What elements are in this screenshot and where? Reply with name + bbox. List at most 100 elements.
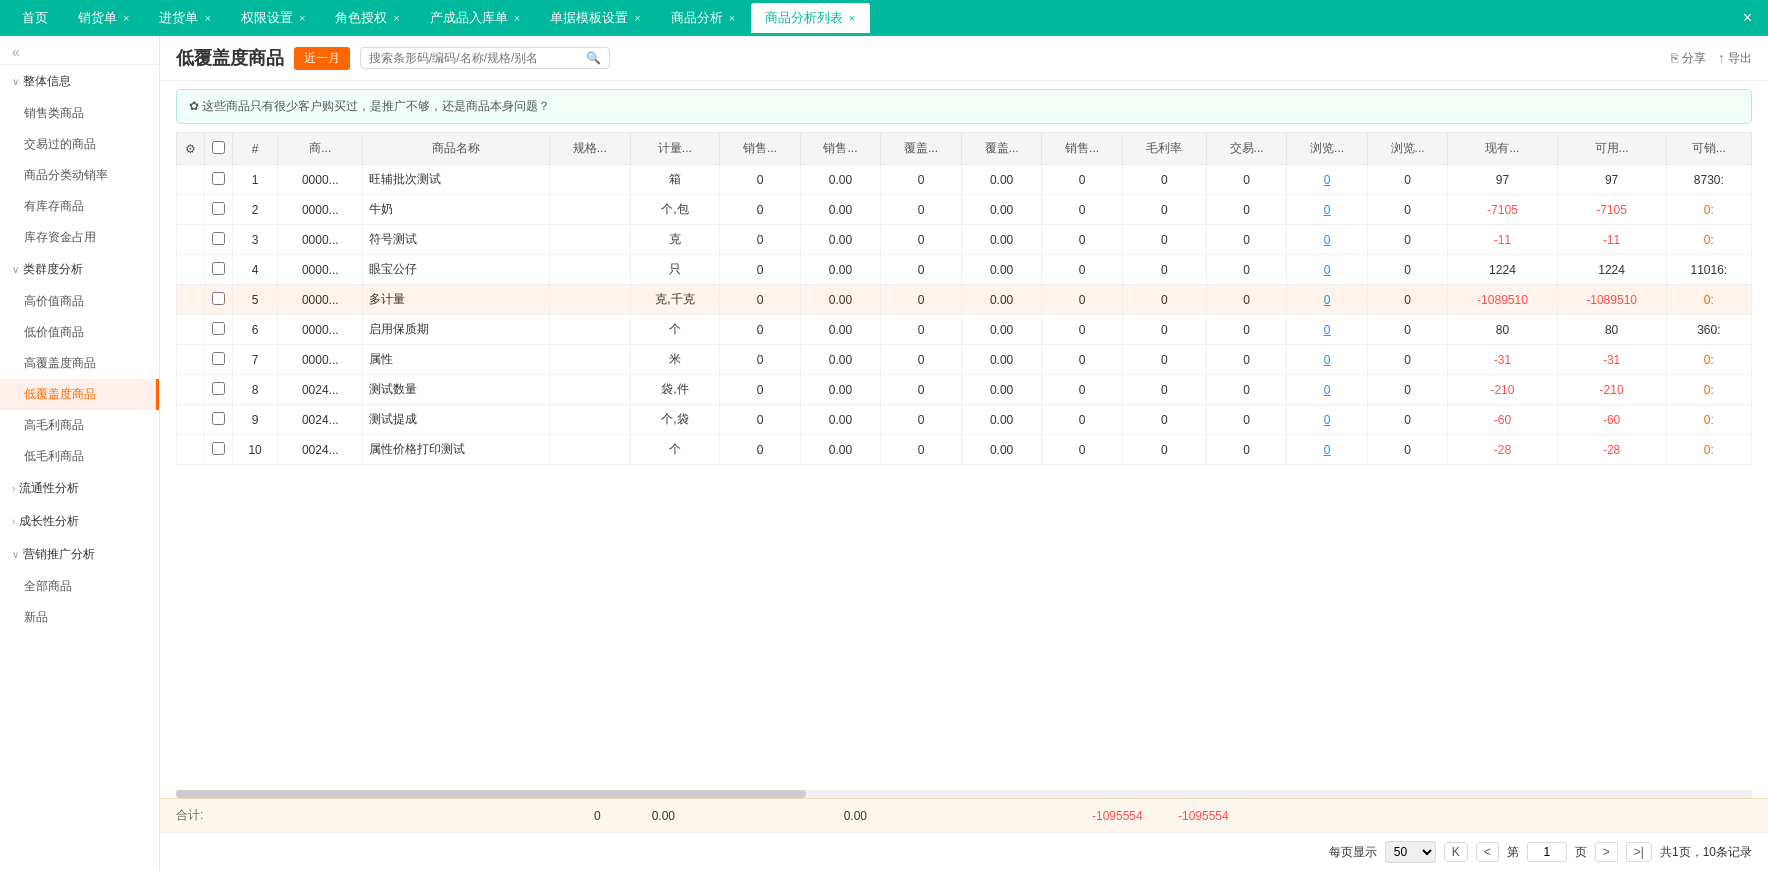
cell-browse-count[interactable]: 0 (1287, 405, 1368, 435)
cell-trans-count: 0 (1206, 405, 1287, 435)
next-page-btn[interactable]: > (1595, 842, 1618, 862)
cell-sellable: 11016: (1666, 255, 1751, 285)
nav-close-finished[interactable]: × (514, 12, 520, 24)
row-checkbox[interactable] (212, 352, 225, 365)
sidebar-item-traded-goods[interactable]: 交易过的商品 (0, 129, 159, 160)
nav-close-analysis-list[interactable]: × (849, 12, 855, 24)
nav-item-template[interactable]: 单据模板设置 × (536, 3, 654, 33)
cell-browse-count[interactable]: 0 (1287, 285, 1368, 315)
last-page-btn[interactable]: >| (1626, 842, 1652, 862)
nav-item-analysis[interactable]: 商品分析 × (657, 3, 749, 33)
cell-browse-count[interactable]: 0 (1287, 375, 1368, 405)
share-btn[interactable]: ⎘ 分享 (1671, 50, 1706, 67)
prev-page-btn[interactable]: < (1476, 842, 1499, 862)
sidebar-item-low-coverage[interactable]: 低覆盖度商品 (0, 379, 159, 410)
cell-check[interactable] (205, 255, 233, 285)
cell-gross-rate: 0 (1122, 315, 1206, 345)
cell-browse-count[interactable]: 0 (1287, 435, 1368, 465)
nav-label-template: 单据模板设置 (550, 9, 628, 27)
cell-check[interactable] (205, 315, 233, 345)
sidebar-item-all-goods[interactable]: 全部商品 (0, 571, 159, 602)
footer-label: 合计: (176, 807, 203, 824)
col-sales-count: 销售... (720, 133, 801, 165)
row-checkbox[interactable] (212, 292, 225, 305)
current-page-input[interactable] (1527, 842, 1567, 862)
row-checkbox[interactable] (212, 172, 225, 185)
nav-item-roles[interactable]: 角色授权 × (321, 3, 413, 33)
search-icon[interactable]: 🔍 (586, 51, 601, 65)
row-checkbox[interactable] (212, 382, 225, 395)
sidebar-section-cluster[interactable]: ∨ 类群度分析 (0, 253, 159, 286)
cell-browse-count[interactable]: 0 (1287, 345, 1368, 375)
first-page-btn[interactable]: K (1444, 842, 1468, 862)
sidebar-item-high-margin[interactable]: 高毛利商品 (0, 410, 159, 441)
cell-browse-count[interactable]: 0 (1287, 315, 1368, 345)
sidebar-item-high-coverage[interactable]: 高覆盖度商品 (0, 348, 159, 379)
sidebar-section-marketing[interactable]: ∨ 营销推广分析 (0, 538, 159, 571)
sidebar-item-high-value[interactable]: 高价值商品 (0, 286, 159, 317)
cell-check[interactable] (205, 345, 233, 375)
nav-label-purchase: 进货单 (159, 9, 198, 27)
row-checkbox[interactable] (212, 202, 225, 215)
search-input[interactable] (369, 51, 582, 65)
cell-browse-count[interactable]: 0 (1287, 165, 1368, 195)
col-settings[interactable]: ⚙ (177, 133, 205, 165)
cell-check[interactable] (205, 435, 233, 465)
cell-code: 0024... (278, 405, 363, 435)
sidebar-collapse-btn[interactable]: « (12, 44, 20, 60)
col-browse-uv: 浏览... (1367, 133, 1448, 165)
cell-gross-rate: 0 (1122, 285, 1206, 315)
export-btn[interactable]: ↑ 导出 (1718, 50, 1752, 67)
nav-item-purchase[interactable]: 进货单 × (145, 3, 224, 33)
sidebar-item-in-stock[interactable]: 有库存商品 (0, 191, 159, 222)
cell-check[interactable] (205, 195, 233, 225)
nav-close-template[interactable]: × (634, 12, 640, 24)
cell-sales-count: 0 (720, 255, 801, 285)
row-checkbox[interactable] (212, 262, 225, 275)
nav-close-permissions[interactable]: × (299, 12, 305, 24)
row-checkbox[interactable] (212, 322, 225, 335)
cell-check[interactable] (205, 165, 233, 195)
select-all-checkbox[interactable] (212, 141, 225, 154)
scrollbar-track[interactable] (176, 790, 1752, 798)
sidebar-item-low-value[interactable]: 低价值商品 (0, 317, 159, 348)
time-filter-btn[interactable]: 近一月 (294, 47, 350, 70)
scrollbar-thumb[interactable] (176, 790, 806, 798)
page-size-select[interactable]: 50 100 200 (1385, 841, 1436, 863)
cell-check[interactable] (205, 225, 233, 255)
cell-browse-count[interactable]: 0 (1287, 225, 1368, 255)
nav-item-sales[interactable]: 销货单 × (64, 3, 143, 33)
nav-close-purchase[interactable]: × (204, 12, 210, 24)
cell-unit: 个,包 (630, 195, 720, 225)
nav-item-analysis-list[interactable]: 商品分析列表 × (751, 3, 869, 33)
nav-close-analysis[interactable]: × (729, 12, 735, 24)
sidebar-section-growth[interactable]: › 成长性分析 (0, 505, 159, 538)
page-title: 低覆盖度商品 (176, 46, 284, 70)
row-checkbox[interactable] (212, 442, 225, 455)
cell-sales-amount: 0.00 (800, 285, 881, 315)
cell-check[interactable] (205, 375, 233, 405)
cell-gross-rate: 0 (1122, 375, 1206, 405)
cell-check[interactable] (205, 405, 233, 435)
sidebar-item-capital[interactable]: 库存资金占用 (0, 222, 159, 253)
nav-item-permissions[interactable]: 权限设置 × (227, 3, 319, 33)
sidebar-section-overall[interactable]: ∨ 整体信息 (0, 65, 159, 98)
cell-check[interactable] (205, 285, 233, 315)
sidebar-item-sales-goods[interactable]: 销售类商品 (0, 98, 159, 129)
sidebar-item-new-goods[interactable]: 新品 (0, 602, 159, 633)
window-close-btn[interactable]: × (1735, 5, 1760, 31)
footer-current-stock: -1095554 (1077, 809, 1157, 823)
cell-sales-days: 0 (1042, 435, 1123, 465)
nav-close-sales[interactable]: × (123, 12, 129, 24)
nav-item-finished[interactable]: 产成品入库单 × (416, 3, 534, 33)
cell-browse-count[interactable]: 0 (1287, 195, 1368, 225)
sidebar-item-category-rate[interactable]: 商品分类动销率 (0, 160, 159, 191)
cell-browse-count[interactable]: 0 (1287, 255, 1368, 285)
row-checkbox[interactable] (212, 232, 225, 245)
col-check-all[interactable] (205, 133, 233, 165)
sidebar-item-low-margin[interactable]: 低毛利商品 (0, 441, 159, 472)
sidebar-section-circulation[interactable]: › 流通性分析 (0, 472, 159, 505)
row-checkbox[interactable] (212, 412, 225, 425)
nav-item-home[interactable]: 首页 (8, 3, 62, 33)
nav-close-roles[interactable]: × (393, 12, 399, 24)
